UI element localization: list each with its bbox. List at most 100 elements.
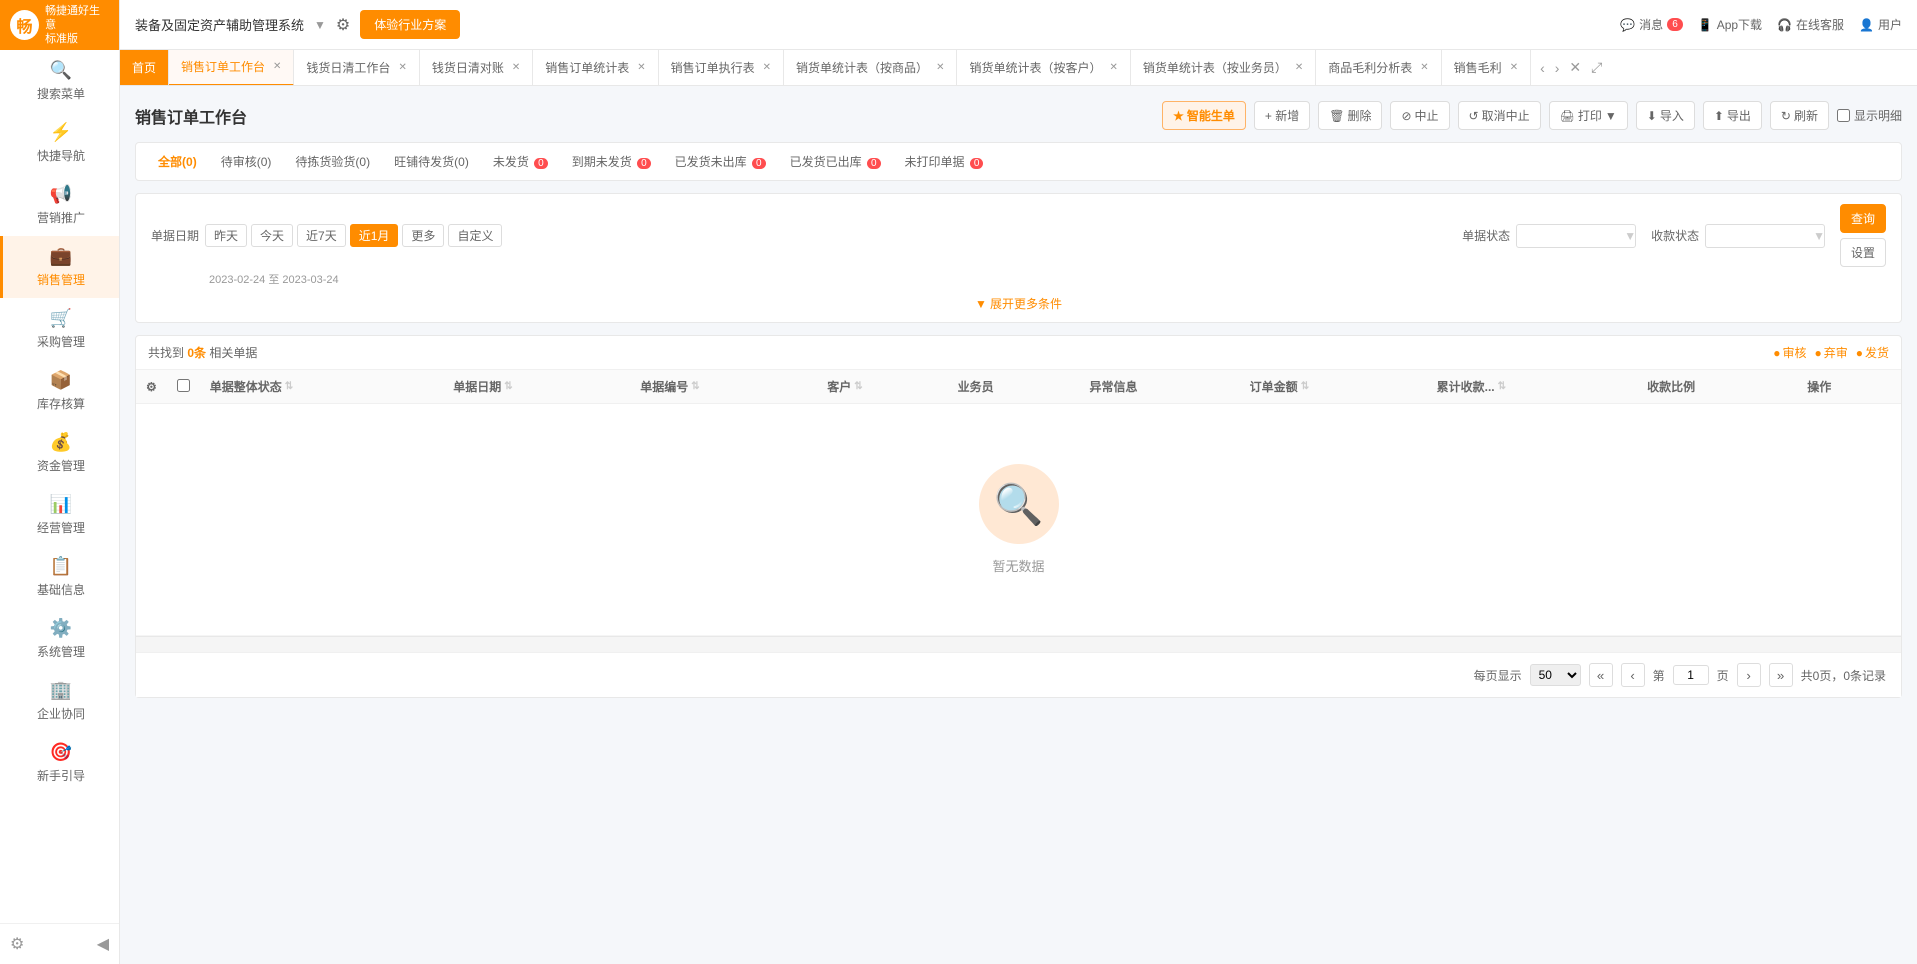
print-button[interactable]: 🖨 打印 ▼ [1549,101,1628,130]
status-filter: 单据状态 ▼ [1462,224,1636,248]
tab-close-icon[interactable]: ✕ [936,62,944,73]
dropdown-arrow-icon[interactable]: ▼ [314,18,326,32]
add-button[interactable]: + 新增 [1254,101,1310,130]
expand-filter-button[interactable]: ▼ 展开更多条件 [975,295,1062,312]
ship-action-btn[interactable]: ● 发货 [1856,344,1889,361]
tab-home[interactable]: 首页 [120,50,169,86]
user-btn[interactable]: 👤 用户 [1859,16,1902,33]
logo[interactable]: 畅 畅捷通好生意 标准版 [0,0,119,50]
sort-collected[interactable]: 累计收款... ⇅ [1437,378,1628,395]
page-input[interactable] [1673,665,1709,685]
sidebar-item-system[interactable]: ⚙️ 系统管理 [0,608,119,670]
tab-gross-analysis[interactable]: 商品毛利分析表 ✕ [1316,50,1441,86]
sub-tab-shipped-not-out[interactable]: 已发货未出库 0 [663,149,778,174]
show-details-label[interactable]: 显示明细 [1837,107,1902,124]
tab-close-icon[interactable]: ✕ [398,62,406,73]
tab-close-icon[interactable]: ✕ [1510,62,1518,73]
sidebar-item-marketing[interactable]: 📢 营销推广 [0,174,119,236]
tab-sales-stats[interactable]: 销售订单统计表 ✕ [533,50,658,86]
tab-stats-staff[interactable]: 销货单统计表（按业务员） ✕ [1131,50,1316,86]
export-button[interactable]: ⬆ 导出 [1703,101,1762,130]
date-btn-yesterday[interactable]: 昨天 [205,224,247,247]
tab-sales-workbench[interactable]: 销售订单工作台 ✕ [169,50,294,86]
tab-close-icon[interactable]: ✕ [512,62,520,73]
tab-stats-customer[interactable]: 销货单统计表（按客户） ✕ [957,50,1130,86]
cancel-stop-button[interactable]: ↺ 取消中止 [1458,101,1541,130]
sub-tab-wangpu[interactable]: 旺铺待发货(0) [382,149,481,174]
sidebar-item-inventory[interactable]: 📦 库存核算 [0,360,119,422]
online-service-btn[interactable]: 🎧 在线客服 [1777,16,1844,33]
sort-date[interactable]: 单据日期 ⇅ [453,378,620,395]
tab-cash-reconcile[interactable]: 钱货日清对账 ✕ [420,50,533,86]
message-btn[interactable]: 💬 消息 6 [1620,16,1683,33]
column-settings-icon[interactable]: ⚙ [136,370,167,404]
sort-number[interactable]: 单据编号 ⇅ [640,378,807,395]
review-action-btn[interactable]: ● 审核 [1773,344,1806,361]
tab-close-icon[interactable]: ✕ [637,62,645,73]
date-btn-7days[interactable]: 近7天 [297,224,346,247]
sub-tab-pending-inspect[interactable]: 待拣货验货(0) [283,149,382,174]
date-btn-more[interactable]: 更多 [402,224,444,247]
sub-tab-shipped-out[interactable]: 已发货已出库 0 [778,149,893,174]
tab-close-icon[interactable]: ✕ [273,61,281,72]
payment-select[interactable] [1705,224,1825,248]
sort-amount[interactable]: 订单金额 ⇅ [1250,378,1417,395]
sidebar-item-finance[interactable]: 💰 资金管理 [0,422,119,484]
tab-close-icon[interactable]: ✕ [1109,62,1117,73]
show-details-checkbox[interactable] [1837,109,1850,122]
cancel-review-action-btn[interactable]: ● 弃审 [1814,344,1847,361]
trial-button[interactable]: 体验行业方案 [360,10,460,39]
sub-tab-not-printed[interactable]: 未打印单据 0 [893,149,996,174]
tab-close-icon[interactable]: ✕ [763,62,771,73]
page-first-btn[interactable]: « [1589,663,1613,687]
query-button[interactable]: 查询 [1840,204,1886,233]
sidebar-item-sales[interactable]: 💼 销售管理 [0,236,119,298]
total-label: 共0页，0条记录 [1801,667,1886,684]
sidebar-item-search[interactable]: 🔍 搜索菜单 [0,50,119,112]
topbar-left: 装备及固定资产辅助管理系统 ▼ ⚙ 体验行业方案 [135,10,460,39]
sidebar-item-guide[interactable]: 🎯 新手引导 [0,732,119,794]
refresh-button[interactable]: ↻ 刷新 [1770,101,1829,130]
sidebar-item-quick-nav[interactable]: ⚡ 快捷导航 [0,112,119,174]
page-next-btn[interactable]: › [1737,663,1761,687]
page-prev-btn[interactable]: ‹ [1621,663,1645,687]
tab-stats-product[interactable]: 销货单统计表（按商品） ✕ [784,50,957,86]
sort-overall-status[interactable]: 单据整体状态 ⇅ [210,378,433,395]
status-select[interactable] [1516,224,1636,248]
sub-tab-all[interactable]: 全部(0) [146,149,209,174]
sub-tab-overdue[interactable]: 到期未发货 0 [560,149,663,174]
sidebar-item-basic-info[interactable]: 📋 基础信息 [0,546,119,608]
sort-customer[interactable]: 客户 ⇅ [827,378,937,395]
settings-bottom-icon[interactable]: ⚙ [10,934,24,954]
sidebar-item-purchase[interactable]: 🛒 采购管理 [0,298,119,360]
date-btn-custom[interactable]: 自定义 [448,224,502,247]
page-size-select[interactable]: 10 20 50 100 [1530,664,1581,686]
sidebar-item-enterprise[interactable]: 🏢 企业协同 [0,670,119,732]
tab-scroll-right-icon[interactable]: › [1551,58,1564,78]
topbar-settings-icon[interactable]: ⚙ [336,15,350,35]
stop-button[interactable]: ⊘ 中止 [1390,101,1449,130]
select-all-cell[interactable] [167,370,200,404]
delete-button[interactable]: 🗑 删除 [1318,101,1382,130]
sub-tab-not-shipped[interactable]: 未发货 0 [481,149,560,174]
sidebar-item-operations[interactable]: 📊 经营管理 [0,484,119,546]
tab-close-icon[interactable]: ✕ [1295,62,1303,73]
tab-cash-daily[interactable]: 钱货日清工作台 ✕ [294,50,419,86]
horizontal-scrollbar[interactable] [136,636,1901,652]
tab-close-all-icon[interactable]: ✕ [1565,57,1585,78]
tab-close-icon[interactable]: ✕ [1420,62,1428,73]
tab-sales-more[interactable]: 销售毛利 ✕ [1442,50,1531,86]
select-all-checkbox[interactable] [177,379,190,392]
tab-scroll-left-icon[interactable]: ‹ [1536,58,1549,78]
sub-tab-pending-review[interactable]: 待审核(0) [209,149,284,174]
collapse-icon[interactable]: ◀ [97,934,109,954]
date-btn-today[interactable]: 今天 [251,224,293,247]
settings-button[interactable]: 设置 [1840,238,1886,267]
tab-maximize-icon[interactable]: ⤢ [1587,57,1606,78]
smart-create-button[interactable]: ★ 智能生单 [1162,101,1246,130]
import-button[interactable]: ⬇ 导入 [1636,101,1695,130]
date-btn-1month[interactable]: 近1月 [350,224,399,247]
page-last-btn[interactable]: » [1769,663,1793,687]
app-download-btn[interactable]: 📱 App下载 [1698,16,1762,33]
tab-sales-exec[interactable]: 销售订单执行表 ✕ [659,50,784,86]
